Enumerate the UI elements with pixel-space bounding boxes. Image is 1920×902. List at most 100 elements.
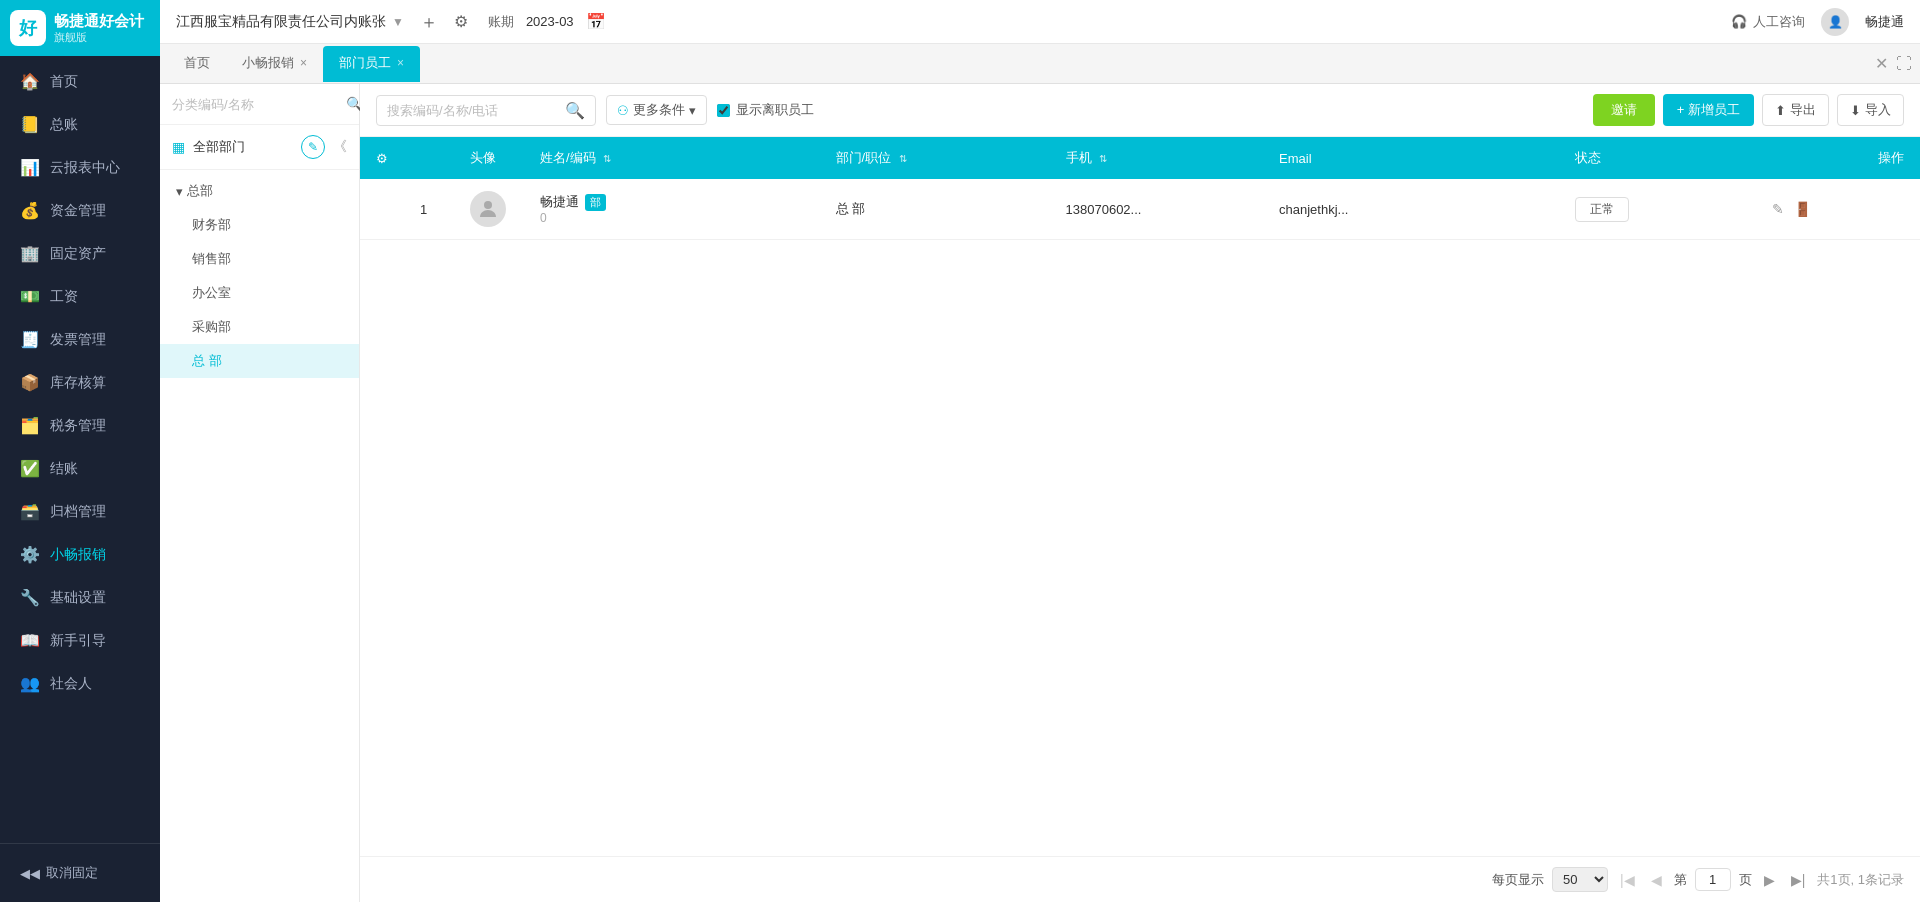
sidebar-item-label: 发票管理 — [50, 331, 106, 349]
add-tab-button[interactable]: ＋ — [416, 10, 442, 34]
export-button[interactable]: ⬆ 导出 — [1762, 94, 1829, 126]
add-employee-button[interactable]: + 新增员工 — [1663, 94, 1754, 126]
settings-icon[interactable]: ⚙ — [454, 12, 468, 31]
company-name: 江西服宝精品有限责任公司内账张 — [176, 13, 386, 31]
row-settings-cell — [360, 179, 404, 240]
show-resigned-label[interactable]: 显示离职员工 — [717, 101, 814, 119]
tab-expand-button[interactable]: ⛶ — [1896, 54, 1912, 73]
next-page-button[interactable]: ▶ — [1760, 870, 1779, 890]
period-value[interactable]: 2023-03 — [526, 14, 574, 29]
edit-button[interactable]: ✎ — [1772, 201, 1784, 217]
sidebar-item-funds[interactable]: 💰 资金管理 — [0, 189, 160, 232]
employee-dept: 总 部 — [836, 201, 866, 216]
sidebar-item-assets[interactable]: 🏢 固定资产 — [0, 232, 160, 275]
all-dept-label: 全部部门 — [193, 138, 245, 156]
th-name[interactable]: 姓名/编码 ⇅ — [524, 137, 820, 179]
sidebar-item-tax[interactable]: 🗂️ 税务管理 — [0, 404, 160, 447]
dept-item-purchase[interactable]: 采购部 — [160, 310, 359, 344]
show-resigned-checkbox[interactable] — [717, 104, 730, 117]
dept-root-name: 总部 — [187, 182, 213, 200]
delete-button[interactable]: 🚪 — [1794, 201, 1811, 217]
tab-department[interactable]: 部门员工 × — [323, 46, 420, 82]
dept-purchase-label: 采购部 — [192, 319, 231, 334]
import-button[interactable]: ⬇ 导入 — [1837, 94, 1904, 126]
sidebar-item-guide[interactable]: 📖 新手引导 — [0, 619, 160, 662]
sidebar-item-ledger[interactable]: 📒 总账 — [0, 103, 160, 146]
page-number-input[interactable] — [1695, 868, 1731, 891]
sidebar-item-label: 小畅报销 — [50, 546, 106, 564]
dept-item-finance[interactable]: 财务部 — [160, 208, 359, 242]
filter-dropdown-icon: ▾ — [689, 103, 696, 118]
left-panel: 🔍 ▦ 全部部门 ✎ 《 ▾ 总部 财务部 销售部 — [160, 84, 360, 902]
sidebar-item-checkout[interactable]: ✅ 结账 — [0, 447, 160, 490]
th-settings[interactable]: ⚙ — [360, 137, 404, 179]
row-avatar-cell — [454, 179, 524, 240]
invite-button[interactable]: 邀请 — [1593, 94, 1655, 126]
more-icon: 👥 — [20, 674, 40, 693]
employee-search-icon[interactable]: 🔍 — [565, 101, 585, 120]
row-status-cell: 正常 — [1559, 179, 1756, 240]
tab-department-close[interactable]: × — [397, 56, 404, 70]
row-email-cell: chanjethkj... — [1263, 179, 1559, 240]
dept-root-label[interactable]: ▾ 总部 — [160, 174, 359, 208]
sidebar-item-home[interactable]: 🏠 首页 — [0, 60, 160, 103]
status-badge: 正常 — [1575, 197, 1629, 222]
support-button[interactable]: 🎧 人工咨询 — [1731, 13, 1805, 31]
first-page-button[interactable]: |◀ — [1616, 870, 1639, 890]
tax-icon: 🗂️ — [20, 416, 40, 435]
sidebar-item-basic[interactable]: 🔧 基础设置 — [0, 576, 160, 619]
employee-avatar — [470, 191, 506, 227]
more-filters-button[interactable]: ⚇ 更多条件 ▾ — [606, 95, 707, 125]
sidebar-item-more[interactable]: 👥 社会人 — [0, 662, 160, 705]
per-page-select[interactable]: 50 20 100 — [1552, 867, 1608, 892]
di-label: 第 — [1674, 871, 1687, 889]
dept-search-input[interactable] — [172, 97, 340, 112]
dept-edit-button[interactable]: ✎ — [301, 135, 325, 159]
dept-item-sales[interactable]: 销售部 — [160, 242, 359, 276]
calendar-icon[interactable]: 📅 — [586, 12, 606, 31]
dept-sort-icon: ⇅ — [899, 153, 907, 164]
funds-icon: 💰 — [20, 201, 40, 220]
tab-close-all-button[interactable]: ✕ — [1875, 54, 1888, 73]
employee-table: ⚙ 头像 姓名/编码 ⇅ 部门/职位 ⇅ 手机 ⇅ — [360, 137, 1920, 240]
collapse-button[interactable]: 《 — [333, 138, 347, 156]
cancel-fixed-btn[interactable]: ◀◀ 取消固定 — [0, 854, 160, 892]
sidebar-item-label: 基础设置 — [50, 589, 106, 607]
reports-icon: 📊 — [20, 158, 40, 177]
right-panel: 🔍 ⚇ 更多条件 ▾ 显示离职员工 邀请 + 新增员工 ⬆ 导出 — [360, 84, 1920, 902]
company-selector[interactable]: 江西服宝精品有限责任公司内账张 ▼ — [176, 13, 404, 31]
table-header-row: ⚙ 头像 姓名/编码 ⇅ 部门/职位 ⇅ 手机 ⇅ — [360, 137, 1920, 179]
headset-icon: 🎧 — [1731, 14, 1747, 29]
tab-xiaochang[interactable]: 小畅报销 × — [226, 46, 323, 82]
sidebar-item-salary[interactable]: 💵 工资 — [0, 275, 160, 318]
row-name-cell: 畅捷通 部 0 — [524, 179, 820, 240]
prev-page-button[interactable]: ◀ — [1647, 870, 1666, 890]
tab-xiaochang-close[interactable]: × — [300, 56, 307, 70]
sidebar-item-inventory[interactable]: 📦 库存核算 — [0, 361, 160, 404]
action-buttons: ✎ 🚪 — [1772, 201, 1904, 217]
support-label: 人工咨询 — [1753, 13, 1805, 31]
sidebar-item-label: 库存核算 — [50, 374, 106, 392]
th-dept[interactable]: 部门/职位 ⇅ — [820, 137, 1050, 179]
sidebar-item-label: 归档管理 — [50, 503, 106, 521]
name-sort-icon: ⇅ — [603, 153, 611, 164]
page-label: 页 — [1739, 871, 1752, 889]
sidebar-item-archive[interactable]: 🗃️ 归档管理 — [0, 490, 160, 533]
th-avatar: 头像 — [454, 137, 524, 179]
sidebar-item-xiaochang[interactable]: ⚙️ 小畅报销 — [0, 533, 160, 576]
dept-item-general[interactable]: 总 部 — [160, 344, 359, 378]
tab-xiaochang-label: 小畅报销 — [242, 54, 294, 72]
logo-sub: 旗舰版 — [54, 30, 144, 45]
employee-table-container: ⚙ 头像 姓名/编码 ⇅ 部门/职位 ⇅ 手机 ⇅ — [360, 137, 1920, 856]
sidebar: 好 畅捷通好会计 旗舰版 🏠 首页 📒 总账 📊 云报表中心 💰 资金管理 🏢 … — [0, 0, 160, 902]
pagination: 每页显示 50 20 100 |◀ ◀ 第 页 ▶ ▶| 共1页, 1条记录 — [360, 856, 1920, 902]
sidebar-item-invoice[interactable]: 🧾 发票管理 — [0, 318, 160, 361]
tab-home[interactable]: 首页 — [168, 46, 226, 82]
last-page-button[interactable]: ▶| — [1787, 870, 1810, 890]
dept-item-office[interactable]: 办公室 — [160, 276, 359, 310]
sidebar-item-label: 税务管理 — [50, 417, 106, 435]
dept-search-container: 🔍 — [160, 84, 359, 125]
employee-search-input[interactable] — [387, 103, 559, 118]
th-phone[interactable]: 手机 ⇅ — [1050, 137, 1264, 179]
sidebar-item-reports[interactable]: 📊 云报表中心 — [0, 146, 160, 189]
